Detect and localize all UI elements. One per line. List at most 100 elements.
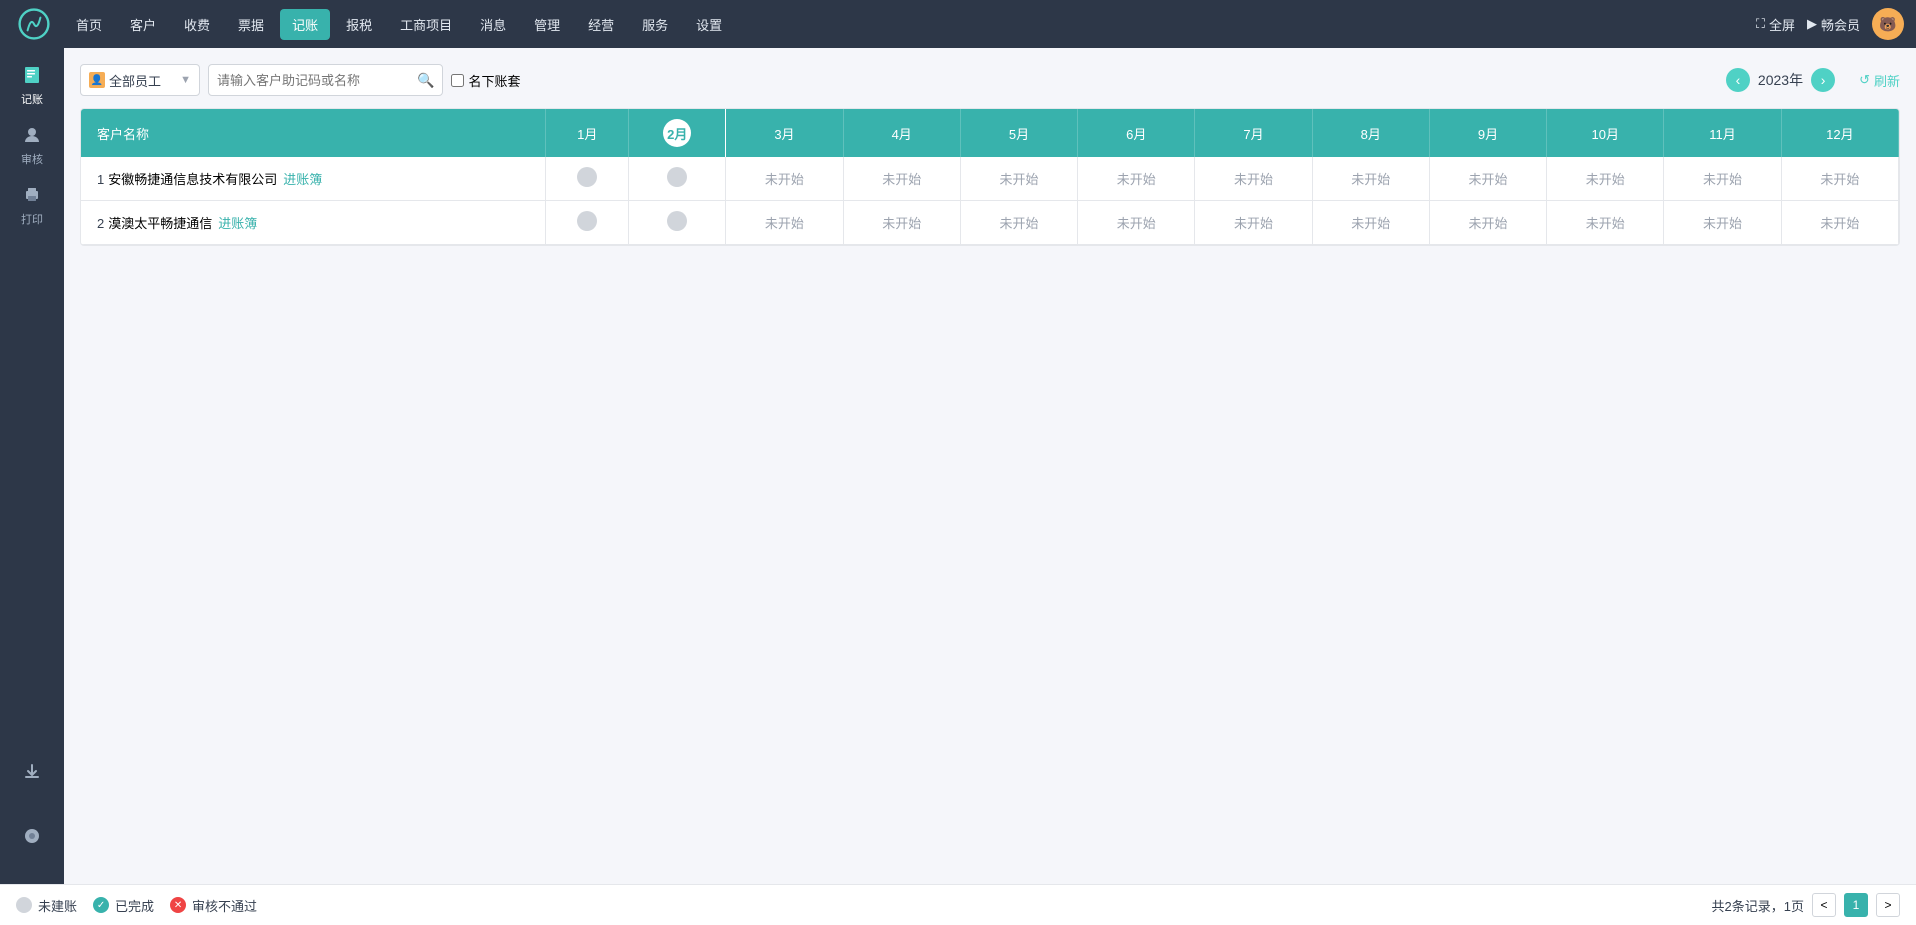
- avatar[interactable]: 🐻: [1872, 8, 1904, 40]
- client-name: 漠澳太平畅捷通信: [108, 216, 212, 231]
- cell-m6: 未开始: [1078, 157, 1195, 201]
- nav-item-home[interactable]: 首页: [64, 9, 114, 40]
- status-dot-gray: [667, 167, 687, 187]
- status-not-started: 未开始: [765, 172, 804, 187]
- not-started-dot: [16, 897, 32, 913]
- refresh-icon: ↺: [1859, 72, 1870, 88]
- enter-ledger-link[interactable]: 进账簿: [283, 172, 322, 187]
- status-dot-gray: [577, 211, 597, 231]
- support-icon: [18, 822, 46, 850]
- cell-name: 1安徽畅捷通信息技术有限公司进账簿: [81, 157, 546, 201]
- search-icon[interactable]: 🔍: [417, 72, 434, 89]
- th-m3: 3月: [726, 109, 843, 157]
- cell-m2: [629, 157, 726, 201]
- legend-rejected: ✕ 审核不通过: [170, 896, 257, 915]
- my-accounts-checkbox[interactable]: 名下账套: [451, 71, 520, 90]
- refresh-button[interactable]: ↺ 刷新: [1859, 71, 1900, 90]
- search-input[interactable]: [217, 73, 417, 88]
- cell-m11: 未开始: [1664, 157, 1781, 201]
- nav-item-management[interactable]: 管理: [522, 9, 572, 40]
- page-footer: 未建账 ✓ 已完成 ✕ 审核不通过 共2条记录，1页 < 1 >: [0, 884, 1916, 925]
- prev-year-button[interactable]: ‹: [1726, 68, 1750, 92]
- fullscreen-icon: ⛶: [1756, 16, 1765, 32]
- nav-item-clients[interactable]: 客户: [118, 9, 168, 40]
- table-row: 1安徽畅捷通信息技术有限公司进账簿 未开始 未开始 未开始 未开始 未开始 未开始 未开始 未开…: [81, 157, 1899, 201]
- row-num: 2: [97, 216, 104, 231]
- year-label: 2023年: [1758, 70, 1803, 90]
- sidebar-item-print[interactable]: 打印: [4, 176, 60, 232]
- status-dot-gray: [577, 167, 597, 187]
- th-m11: 11月: [1664, 109, 1781, 157]
- my-accounts-label: 名下账套: [468, 71, 520, 90]
- cell-m7: 未开始: [1195, 157, 1312, 201]
- nav-item-tax[interactable]: 报税: [334, 9, 384, 40]
- status-not-started: 未开始: [882, 216, 921, 231]
- next-year-button[interactable]: ›: [1811, 68, 1835, 92]
- status-not-started: 未开始: [1469, 216, 1508, 231]
- next-page-button[interactable]: >: [1876, 893, 1900, 917]
- cell-m10: 未开始: [1547, 201, 1664, 245]
- status-not-started: 未开始: [1586, 216, 1625, 231]
- toolbar: 👤 全部员工 ▼ 🔍 名下账套 ‹ 2023年 › ↺ 刷新: [80, 64, 1900, 96]
- th-m2: 2月: [629, 109, 726, 157]
- nav-item-services[interactable]: 服务: [630, 9, 680, 40]
- sidebar: 记账 审核 打印: [0, 48, 64, 884]
- nav-items: 首页 客户 收费 票据 记账 报税 工商项目 消息 管理 经营 服务 设置: [64, 9, 1756, 40]
- cell-m6: 未开始: [1078, 201, 1195, 245]
- my-accounts-check[interactable]: [451, 74, 464, 87]
- sidebar-item-print-label: 打印: [21, 211, 43, 227]
- cell-m5: 未开始: [960, 157, 1077, 201]
- status-not-started: 未开始: [1586, 172, 1625, 187]
- completed-label: 已完成: [115, 896, 154, 915]
- sidebar-item-audit[interactable]: 审核: [4, 116, 60, 172]
- nav-item-billing[interactable]: 收费: [172, 9, 222, 40]
- prev-page-button[interactable]: <: [1812, 893, 1836, 917]
- fullscreen-label: 全屏: [1769, 15, 1795, 34]
- chevron-down-icon: ▼: [180, 74, 191, 86]
- status-not-started: 未开始: [1117, 172, 1156, 187]
- th-m8: 8月: [1312, 109, 1429, 157]
- nav-item-invoices[interactable]: 票据: [226, 9, 276, 40]
- sidebar-item-support[interactable]: [4, 808, 60, 864]
- nav-item-settings[interactable]: 设置: [684, 9, 734, 40]
- fullscreen-button[interactable]: ⛶ 全屏: [1756, 15, 1795, 34]
- status-not-started: 未开始: [1351, 172, 1390, 187]
- legend-not-started: 未建账: [16, 896, 77, 915]
- row-num: 1: [97, 172, 104, 187]
- sidebar-item-ledger[interactable]: 记账: [4, 56, 60, 112]
- refresh-label: 刷新: [1874, 71, 1900, 90]
- enter-ledger-link[interactable]: 进账簿: [218, 216, 257, 231]
- nav-item-operations[interactable]: 经营: [576, 9, 626, 40]
- sidebar-item-audit-label: 审核: [21, 151, 43, 167]
- ledger-icon: [18, 61, 46, 89]
- search-input-wrap: 🔍: [208, 64, 443, 96]
- nav-item-messages[interactable]: 消息: [468, 9, 518, 40]
- cell-m3: 未开始: [726, 157, 843, 201]
- rejected-label: 审核不通过: [192, 896, 257, 915]
- download-icon: [18, 758, 46, 786]
- not-started-label: 未建账: [38, 896, 77, 915]
- status-not-started: 未开始: [1703, 172, 1742, 187]
- member-label: 畅会员: [1821, 15, 1860, 34]
- pagination: 共2条记录，1页 < 1 >: [1712, 893, 1900, 917]
- completed-dot: ✓: [93, 897, 109, 913]
- status-not-started: 未开始: [1234, 172, 1273, 187]
- cell-m1: [546, 201, 629, 245]
- cell-m10: 未开始: [1547, 157, 1664, 201]
- status-not-started: 未开始: [1820, 216, 1859, 231]
- employee-icon: 👤: [89, 72, 105, 88]
- sidebar-item-download[interactable]: [4, 744, 60, 800]
- nav-item-accounting[interactable]: 记账: [280, 9, 330, 40]
- nav-item-business[interactable]: 工商项目: [388, 9, 464, 40]
- th-m12: 12月: [1781, 109, 1898, 157]
- employee-select[interactable]: 👤 全部员工 ▼: [80, 64, 200, 96]
- cell-m12: 未开始: [1781, 157, 1898, 201]
- cell-m5: 未开始: [960, 201, 1077, 245]
- page-1-button[interactable]: 1: [1844, 893, 1868, 917]
- status-not-started: 未开始: [1234, 216, 1273, 231]
- member-button[interactable]: ▶ 畅会员: [1807, 15, 1860, 34]
- th-m9: 9月: [1429, 109, 1546, 157]
- th-m10: 10月: [1547, 109, 1664, 157]
- th-m4: 4月: [843, 109, 960, 157]
- cell-m9: 未开始: [1429, 157, 1546, 201]
